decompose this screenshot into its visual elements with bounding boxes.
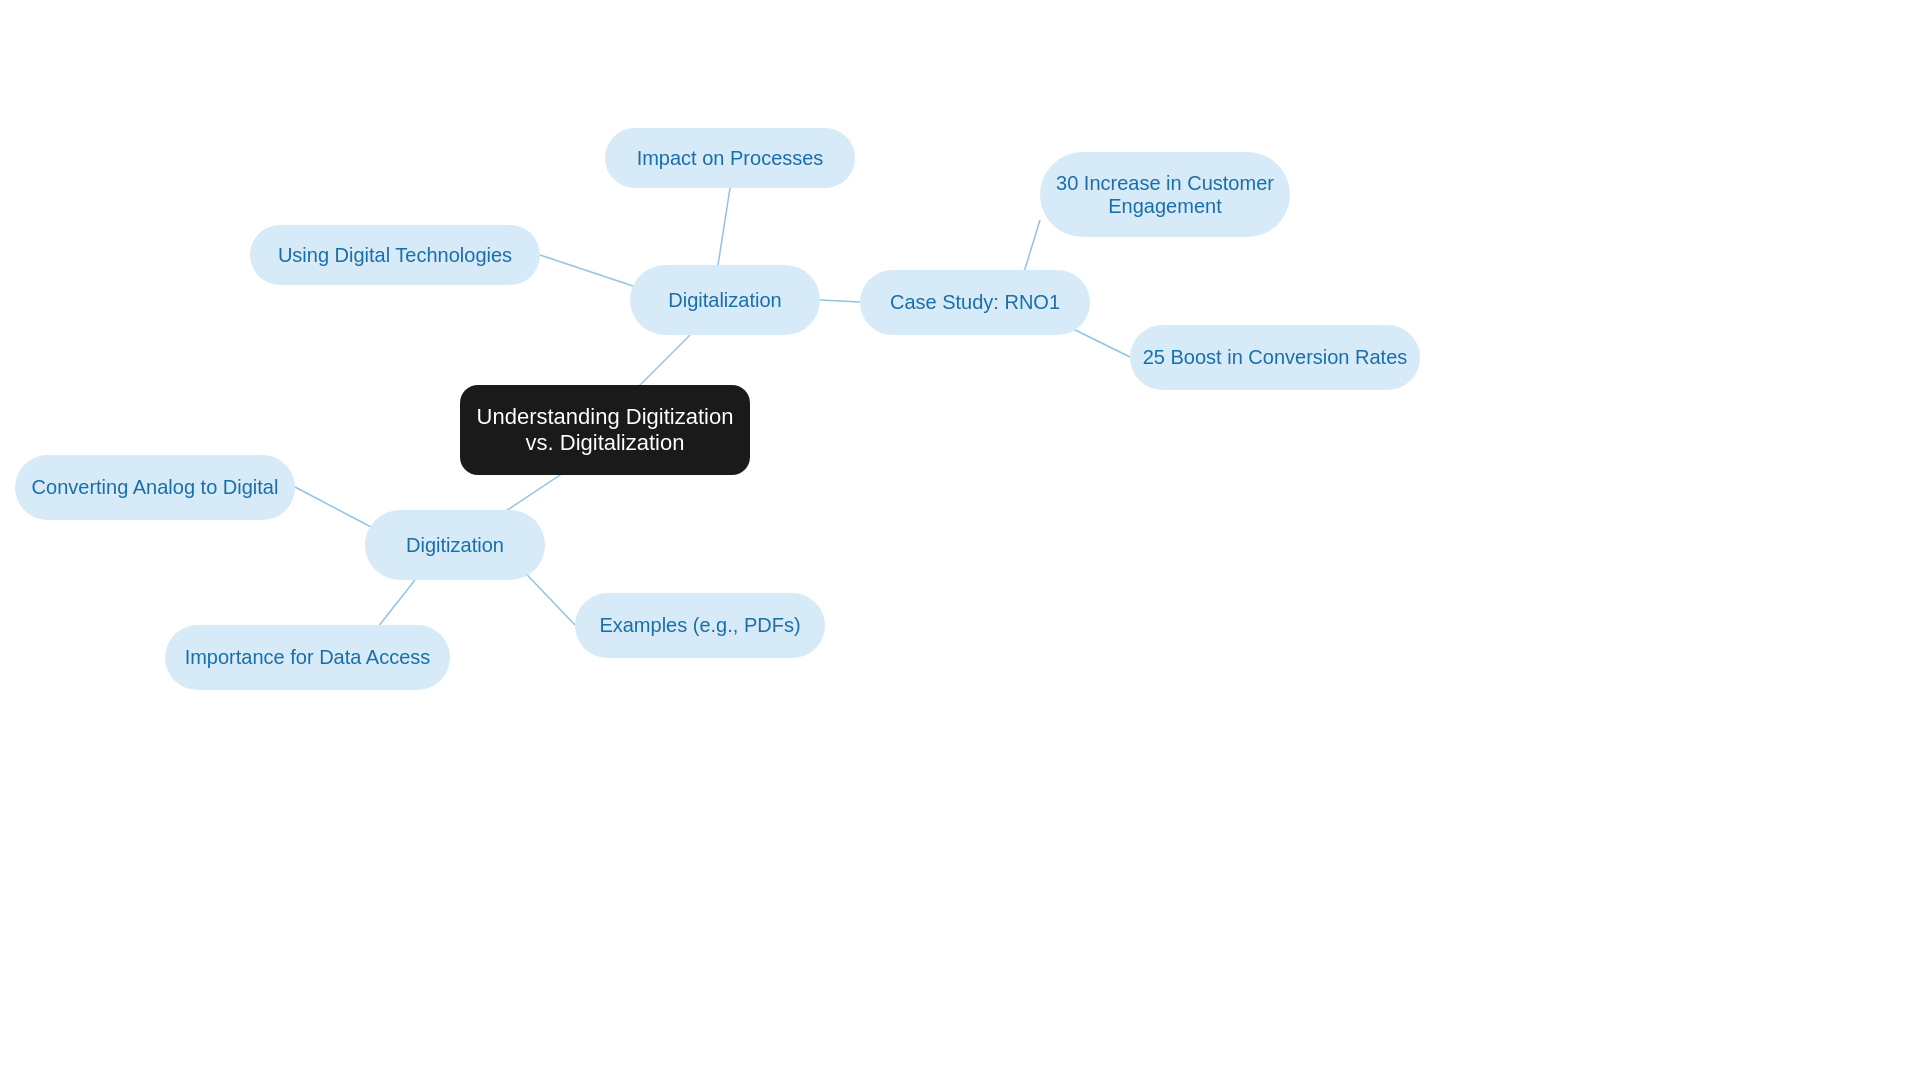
converting-label: Converting Analog to Digital — [32, 476, 279, 499]
digitization-label: Digitization — [406, 534, 504, 557]
digitization-node[interactable]: Digitization — [365, 510, 545, 580]
examples-node[interactable]: Examples (e.g., PDFs) — [575, 593, 825, 658]
converting-node[interactable]: Converting Analog to Digital — [15, 455, 295, 520]
casestudy-label: Case Study: RNO1 — [890, 291, 1060, 314]
increase30-node[interactable]: 30 Increase in Customer Engagement — [1040, 152, 1290, 237]
digitalization-node[interactable]: Digitalization — [630, 265, 820, 335]
examples-label: Examples (e.g., PDFs) — [599, 614, 800, 637]
impact-node[interactable]: Impact on Processes — [605, 128, 855, 188]
svg-line-4 — [820, 300, 860, 302]
using-label: Using Digital Technologies — [278, 244, 512, 267]
casestudy-node[interactable]: Case Study: RNO1 — [860, 270, 1090, 335]
root-label: Understanding Digitization vs. Digitaliz… — [460, 404, 750, 456]
boost25-node[interactable]: 25 Boost in Conversion Rates — [1130, 325, 1420, 390]
increase30-label: 30 Increase in Customer Engagement — [1040, 172, 1290, 218]
svg-line-2 — [718, 188, 730, 265]
boost25-label: 25 Boost in Conversion Rates — [1143, 346, 1408, 369]
importance-node[interactable]: Importance for Data Access — [165, 625, 450, 690]
svg-line-3 — [540, 255, 645, 290]
using-node[interactable]: Using Digital Technologies — [250, 225, 540, 285]
digitalization-label: Digitalization — [668, 289, 781, 312]
impact-label: Impact on Processes — [637, 147, 824, 170]
root-node[interactable]: Understanding Digitization vs. Digitaliz… — [460, 385, 750, 475]
importance-label: Importance for Data Access — [185, 646, 431, 669]
